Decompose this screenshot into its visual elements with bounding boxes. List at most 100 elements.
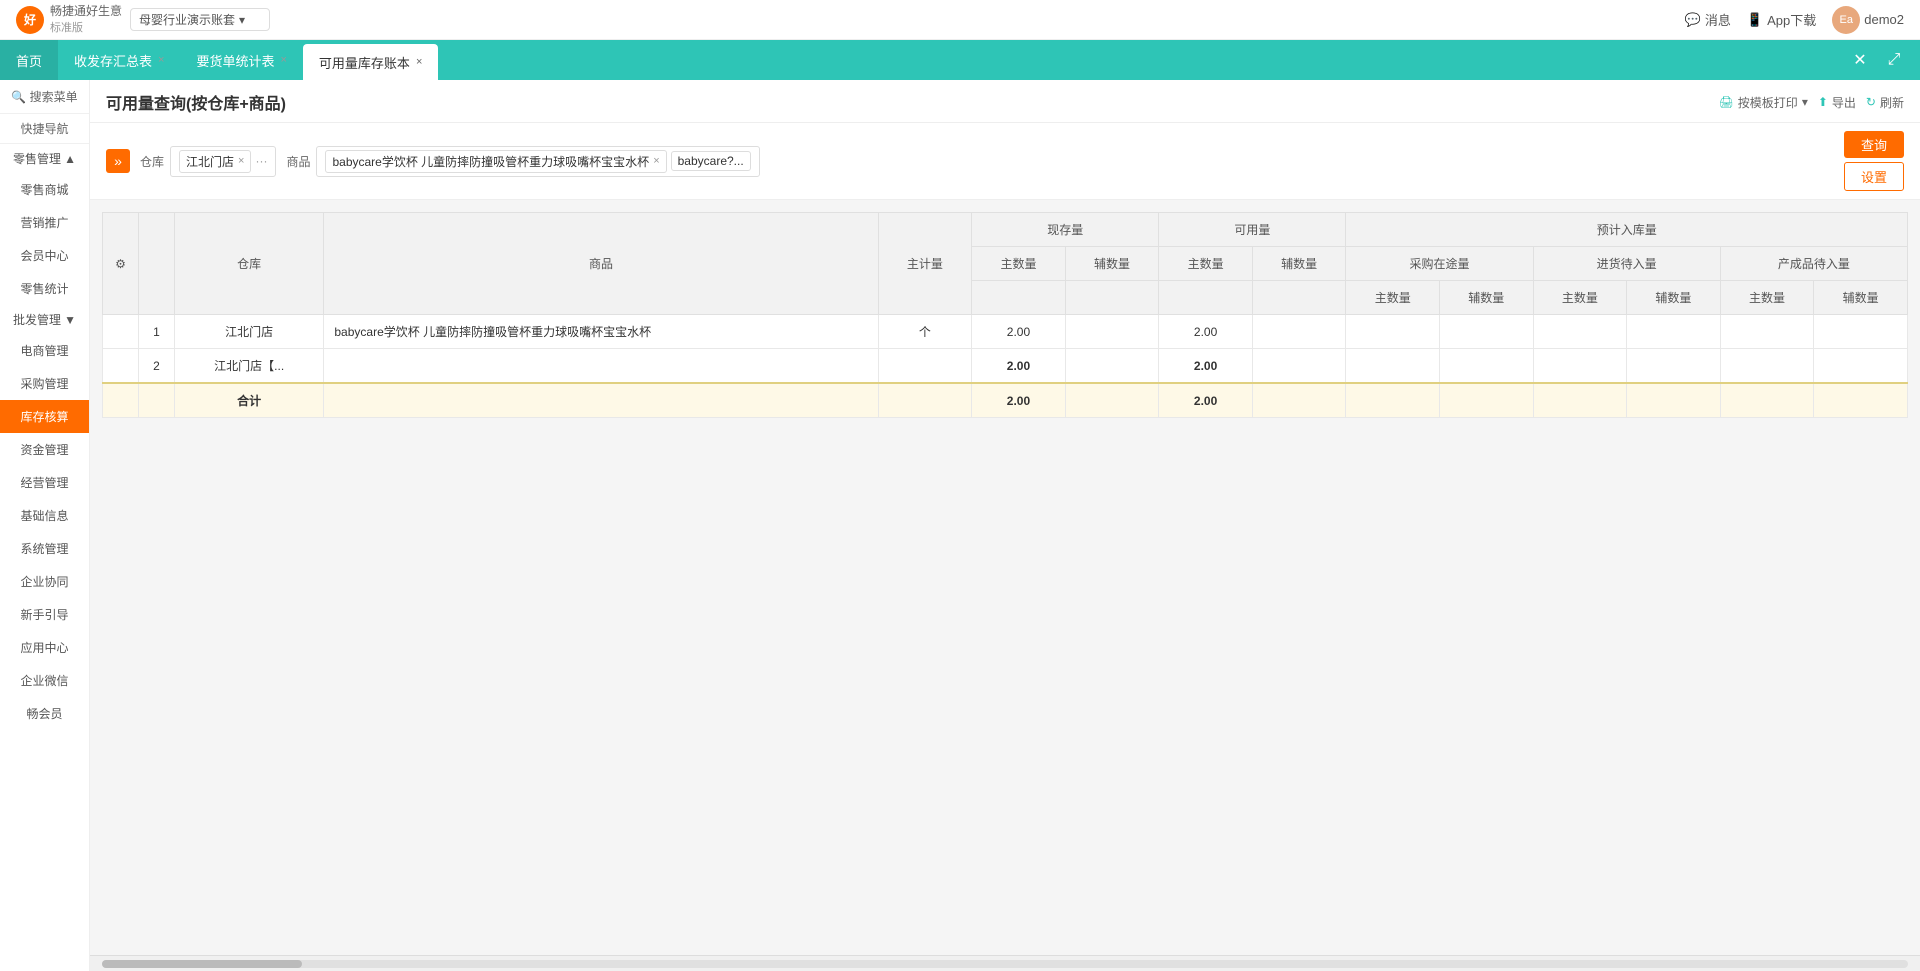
row1-pur-aux (1440, 315, 1534, 349)
row1-in-aux (1627, 315, 1721, 349)
sidebar-item-label: 新手引导 (20, 606, 68, 623)
sidebar-item-retail-mall[interactable]: 零售商城 (0, 173, 89, 206)
expand-filter-btn[interactable]: » (106, 149, 130, 173)
nav-close-btn[interactable]: ✕ (1846, 46, 1874, 74)
sum-label: 合计 (175, 383, 324, 418)
table-row: 2 江北门店【... 2.00 2.00 (103, 349, 1908, 384)
filter-product-field: 商品 babycare学饮杯 儿童防摔防撞吸管杯重力球吸嘴杯宝宝水杯 × bab… (286, 146, 759, 177)
sidebar-item-system[interactable]: 系统管理 (0, 532, 89, 565)
message-btn[interactable]: 💬 消息 (1685, 10, 1731, 29)
quick-nav-label: 快捷导航 (20, 122, 68, 136)
row1-unit: 个 (878, 315, 972, 349)
filter-actions: 查询 设置 (1844, 131, 1904, 191)
row1-product: babycare学饮杯 儿童防摔防撞吸管杯重力球吸嘴杯宝宝水杯 (324, 315, 878, 349)
content-area: 可用量查询(按仓库+商品) 🖨 按模板打印 ▾ ⬆ 导出 ↻ 刷新 » (90, 80, 1920, 971)
tab-receipts[interactable]: 收发存汇总表 × (58, 40, 180, 80)
scrollbar-track[interactable] (102, 960, 1908, 968)
sidebar-item-wechat[interactable]: 企业微信 (0, 664, 89, 697)
th-fin-main: 主数量 (1720, 281, 1814, 315)
tab-home[interactable]: 首页 (0, 40, 58, 80)
row1-warehouse: 江北门店 (175, 315, 324, 349)
account-selector[interactable]: 母婴行业演示账套 ▾ (130, 8, 270, 31)
sidebar-search[interactable]: 🔍 搜索菜单 (0, 80, 89, 114)
table-row: 1 江北门店 babycare学饮杯 儿童防摔防撞吸管杯重力球吸嘴杯宝宝水杯 个… (103, 315, 1908, 349)
logo-sub: 标准版 (50, 19, 122, 35)
sidebar-item-basic-info[interactable]: 基础信息 (0, 499, 89, 532)
sidebar-item-purchase[interactable]: 采购管理 (0, 367, 89, 400)
sum-pur-aux (1440, 383, 1534, 418)
tab-home-label: 首页 (16, 51, 42, 70)
app-icon: 📱 (1747, 12, 1763, 28)
row2-warehouse: 江北门店【... (175, 349, 324, 384)
row1-available-main: 2.00 (1159, 315, 1253, 349)
sum-fin-main (1720, 383, 1814, 418)
sidebar-item-retail-stats[interactable]: 零售统计 (0, 272, 89, 305)
warehouse-label: 仓库 (140, 153, 164, 170)
row2-fin-main (1720, 349, 1814, 384)
sidebar-item-members[interactable]: 会员中心 (0, 239, 89, 272)
tab-available-close[interactable]: × (416, 56, 422, 68)
sidebar-item-apps[interactable]: 应用中心 (0, 631, 89, 664)
row2-settings (103, 349, 139, 384)
sidebar: 🔍 搜索菜单 快捷导航 零售管理 ▲ 零售商城 营销推广 会员中心 零售统计 批… (0, 80, 90, 971)
row1-available-aux (1252, 315, 1346, 349)
sidebar-item-label: 零售统计 (20, 280, 68, 297)
print-btn[interactable]: 🖨 按模板打印 ▾ (1719, 94, 1808, 111)
nav-tabs: 首页 收发存汇总表 × 要货单统计表 × 可用量库存账本 × ✕ ⤢ (0, 40, 1920, 80)
sidebar-item-ecommerce[interactable]: 电商管理 (0, 334, 89, 367)
summary-row: 合计 2.00 2.00 (103, 383, 1908, 418)
product-tag1-remove[interactable]: × (653, 155, 659, 167)
sidebar-item-membership[interactable]: 畅会员 (0, 697, 89, 730)
table-section: ⚙ 仓库 商品 主计量 现存量 可用量 预计入库量 主数量 辅数量 主数量 辅数… (90, 200, 1920, 955)
app-download-btn[interactable]: 📱 App下载 (1747, 10, 1816, 29)
chevron-icon: ▲ (64, 152, 76, 166)
export-btn[interactable]: ⬆ 导出 (1818, 94, 1856, 111)
sidebar-item-wholesale[interactable]: 批发管理 ▼ (0, 305, 89, 334)
row2-available-aux (1252, 349, 1346, 384)
product-input[interactable]: babycare学饮杯 儿童防摔防撞吸管杯重力球吸嘴杯宝宝水杯 × babyca… (316, 146, 759, 177)
th-purchase-transit: 采购在途量 (1346, 247, 1533, 281)
sidebar-item-inventory[interactable]: 库存核算 (0, 400, 89, 433)
sidebar-item-retail-mgmt[interactable]: 零售管理 ▲ (0, 144, 89, 173)
row1-present-main: 2.00 (972, 315, 1066, 349)
sidebar-item-guide[interactable]: 新手引导 (0, 598, 89, 631)
th-pur-aux: 辅数量 (1440, 281, 1534, 315)
refresh-btn[interactable]: ↻ 刷新 (1866, 94, 1904, 111)
sidebar-item-finance[interactable]: 资金管理 (0, 433, 89, 466)
sidebar-item-label: 批发管理 (13, 311, 61, 328)
th-available-group: 可用量 (1159, 213, 1346, 247)
tab-orders-close[interactable]: × (280, 54, 286, 66)
refresh-label: 刷新 (1880, 94, 1904, 111)
sum-available-main: 2.00 (1159, 383, 1253, 418)
filter-ellipsis[interactable]: ··· (255, 154, 267, 168)
scrollbar-thumb[interactable] (102, 960, 302, 968)
th-fin-aux: 辅数量 (1814, 281, 1908, 315)
product-tag1: babycare学饮杯 儿童防摔防撞吸管杯重力球吸嘴杯宝宝水杯 × (325, 150, 666, 173)
settings-button[interactable]: 设置 (1844, 162, 1904, 191)
sidebar-item-enterprise[interactable]: 企业协同 (0, 565, 89, 598)
nav-expand-btn[interactable]: ⤢ (1880, 46, 1908, 74)
sum-present-aux (1065, 383, 1159, 418)
user-name: demo2 (1864, 12, 1904, 27)
product-tag2: babycare?... (671, 151, 751, 171)
th-unit: 主计量 (878, 213, 972, 315)
main-layout: 🔍 搜索菜单 快捷导航 零售管理 ▲ 零售商城 营销推广 会员中心 零售统计 批… (0, 80, 1920, 971)
data-table: ⚙ 仓库 商品 主计量 现存量 可用量 预计入库量 主数量 辅数量 主数量 辅数… (102, 212, 1908, 418)
warehouse-tag-remove[interactable]: × (238, 155, 244, 167)
sidebar-item-marketing[interactable]: 营销推广 (0, 206, 89, 239)
warehouse-input[interactable]: 江北门店 × ··· (170, 146, 276, 177)
th-in-main: 主数量 (1533, 281, 1627, 315)
query-button[interactable]: 查询 (1844, 131, 1904, 158)
tab-available-label: 可用量库存账本 (319, 53, 410, 72)
user-btn[interactable]: Ea demo2 (1832, 6, 1904, 34)
sidebar-quick-nav[interactable]: 快捷导航 (0, 114, 89, 144)
sidebar-item-operations[interactable]: 经营管理 (0, 466, 89, 499)
row1-pur-main (1346, 315, 1440, 349)
export-icon: ⬆ (1818, 95, 1828, 109)
tab-available[interactable]: 可用量库存账本 × (303, 44, 438, 80)
tab-orders[interactable]: 要货单统计表 × (180, 40, 302, 80)
tab-receipts-close[interactable]: × (158, 54, 164, 66)
product-label: 商品 (286, 153, 310, 170)
sum-col1 (103, 383, 139, 418)
sum-in-main (1533, 383, 1627, 418)
